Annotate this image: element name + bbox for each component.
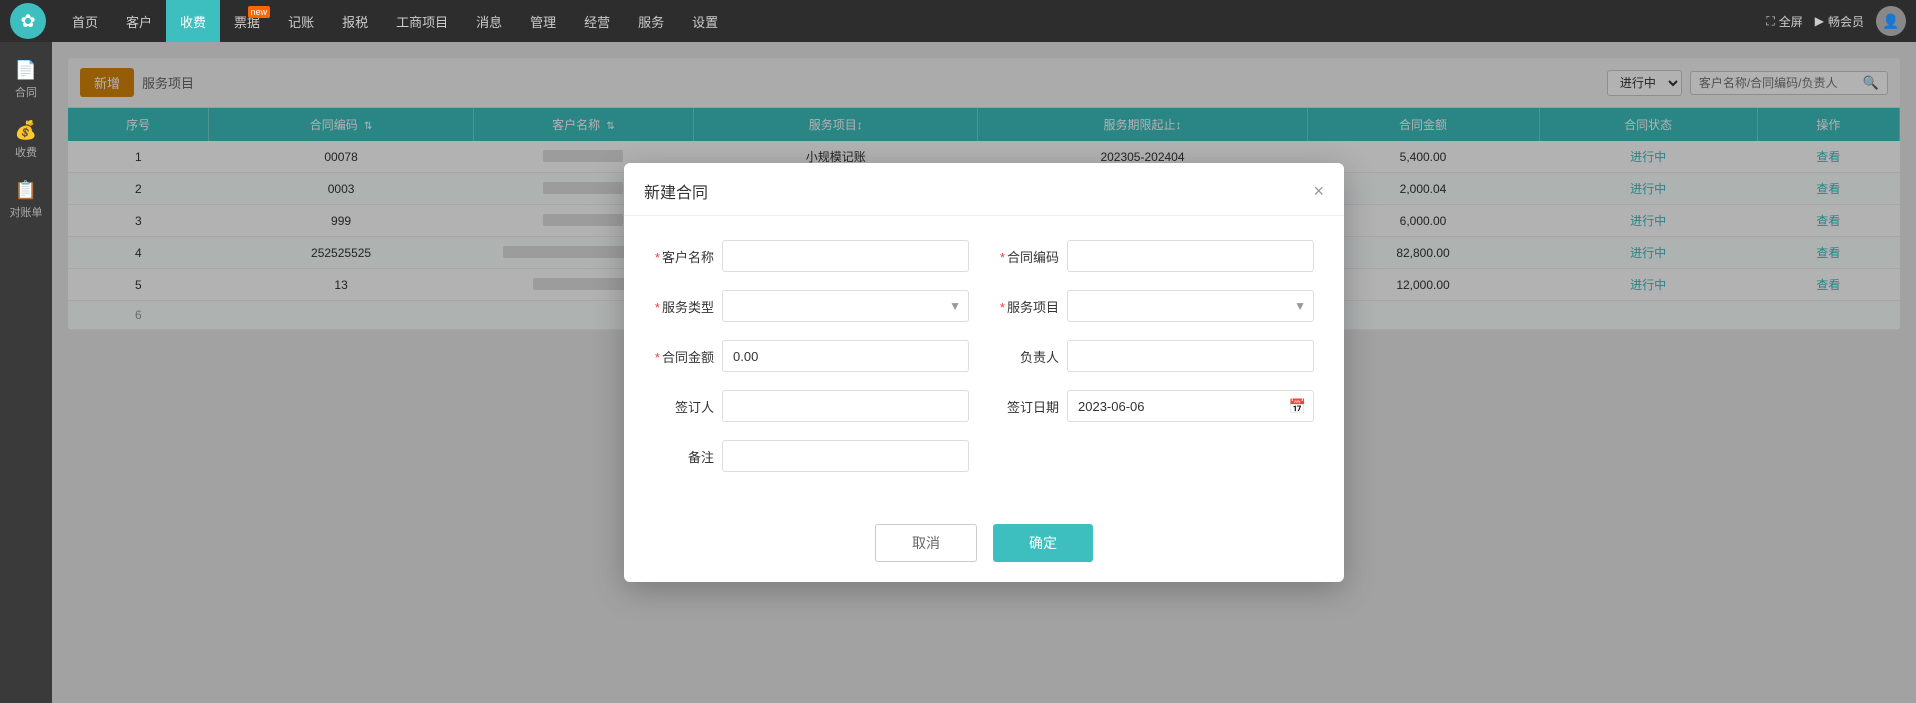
notes-field: 备注 <box>654 440 969 472</box>
signer-field: 签订人 <box>654 390 969 422</box>
new-badge: new <box>248 6 271 18</box>
customer-name-input[interactable] <box>722 240 969 272</box>
contract-icon: 📄 <box>15 60 37 81</box>
contract-no-field: *合同编码 <box>999 240 1314 272</box>
amount-field: *合同金额 0.00 <box>654 340 969 372</box>
top-navigation: ✿ 首页 客户 收费 票据 new 记账 报税 工商项目 消息 管理 经营 服务… <box>0 0 1916 42</box>
service-type-input[interactable] <box>722 290 969 322</box>
amount-input[interactable]: 0.00 <box>722 340 969 372</box>
calendar-icon[interactable]: 📅 <box>1289 398 1306 415</box>
sidebar: 📄 合同 💰 收费 📋 对账单 <box>0 42 52 703</box>
form-row-1: *客户名称 *合同编码 <box>654 240 1314 272</box>
nav-fees[interactable]: 收费 <box>166 0 220 42</box>
sign-date-input[interactable]: 2023-06-06 <box>1067 390 1314 422</box>
main-content: 新增 服务项目 进行中 已终止 全部 🔍 <box>52 42 1916 703</box>
sign-date-wrap: 2023-06-06 📅 <box>1067 390 1314 422</box>
nav-tax[interactable]: 报税 <box>328 0 382 42</box>
new-contract-modal: 新建合同 × *客户名称 *合同编码 <box>624 163 1344 582</box>
service-item-field: *服务项目 ▼ <box>999 290 1314 322</box>
signer-input[interactable] <box>722 390 969 422</box>
person-field: 负责人 <box>999 340 1314 372</box>
sidebar-item-fees[interactable]: 💰 收费 <box>0 112 52 168</box>
fullscreen-icon: ⛶ <box>1766 14 1774 29</box>
notes-input[interactable] <box>722 440 969 472</box>
sign-date-field: 签订日期 2023-06-06 📅 <box>999 390 1314 422</box>
member-button[interactable]: ▶ 畅会员 <box>1815 13 1864 30</box>
form-row-5: 备注 <box>654 440 1314 472</box>
modal-overlay: 新建合同 × *客户名称 *合同编码 <box>52 42 1916 703</box>
service-item-select-wrap: ▼ <box>1067 290 1314 322</box>
person-input[interactable] <box>1067 340 1314 372</box>
service-type-field: *服务类型 ▼ <box>654 290 969 322</box>
form-row-4: 签订人 签订日期 2023-06-06 📅 <box>654 390 1314 422</box>
modal-header: 新建合同 × <box>624 163 1344 216</box>
service-type-select-wrap: ▼ <box>722 290 969 322</box>
nav-invoice[interactable]: 票据 new <box>220 0 274 42</box>
nav-right: ⛶ 全屏 ▶ 畅会员 👤 <box>1766 6 1906 36</box>
modal-close-button[interactable]: × <box>1313 182 1324 200</box>
modal-body: *客户名称 *合同编码 *服务类型 <box>624 216 1344 510</box>
avatar[interactable]: 👤 <box>1876 6 1906 36</box>
form-row-3: *合同金额 0.00 负责人 <box>654 340 1314 372</box>
nav-message[interactable]: 消息 <box>462 0 516 42</box>
nav-service[interactable]: 服务 <box>624 0 678 42</box>
sidebar-item-reconciliation[interactable]: 📋 对账单 <box>0 172 52 228</box>
reconciliation-icon: 📋 <box>15 180 37 201</box>
fullscreen-button[interactable]: ⛶ 全屏 <box>1766 13 1802 30</box>
form-row-2: *服务类型 ▼ *服务项目 ▼ <box>654 290 1314 322</box>
nav-management[interactable]: 管理 <box>516 0 570 42</box>
nav-business[interactable]: 工商项目 <box>382 0 462 42</box>
service-item-input[interactable] <box>1067 290 1314 322</box>
contract-no-input[interactable] <box>1067 240 1314 272</box>
cancel-button[interactable]: 取消 <box>875 524 977 562</box>
nav-items: 首页 客户 收费 票据 new 记账 报税 工商项目 消息 管理 经营 服务 设… <box>58 0 1766 42</box>
play-icon: ▶ <box>1815 14 1824 28</box>
app-logo: ✿ <box>10 3 46 39</box>
customer-name-field: *客户名称 <box>654 240 969 272</box>
nav-settings[interactable]: 设置 <box>678 0 732 42</box>
fees-icon: 💰 <box>15 120 37 141</box>
sidebar-item-contract[interactable]: 📄 合同 <box>0 52 52 108</box>
nav-bookkeeping[interactable]: 记账 <box>274 0 328 42</box>
modal-footer: 取消 确定 <box>624 510 1344 582</box>
nav-customer[interactable]: 客户 <box>112 0 166 42</box>
confirm-button[interactable]: 确定 <box>993 524 1093 562</box>
main-layout: 📄 合同 💰 收费 📋 对账单 新增 服务项目 进行中 已终止 全部 <box>0 42 1916 703</box>
nav-home[interactable]: 首页 <box>58 0 112 42</box>
modal-title: 新建合同 <box>644 179 708 203</box>
nav-operation[interactable]: 经营 <box>570 0 624 42</box>
